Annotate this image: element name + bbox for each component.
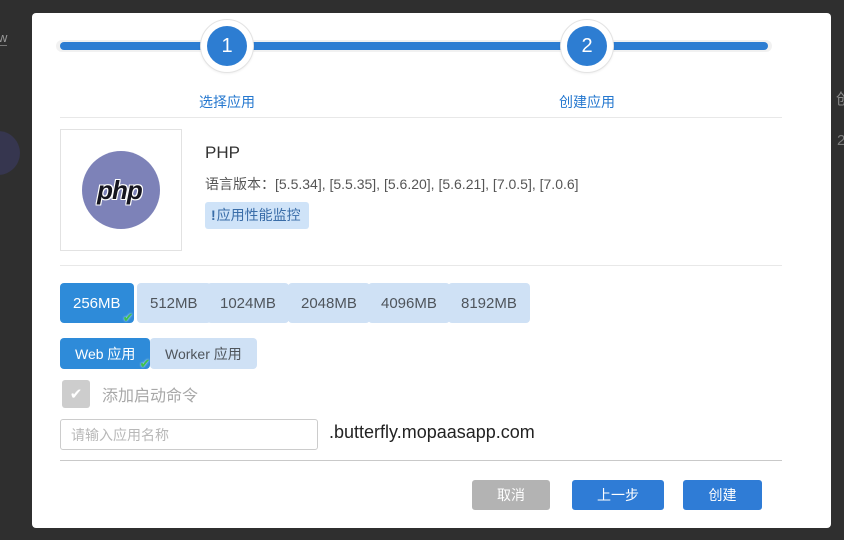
divider <box>60 460 782 461</box>
app-name-input[interactable] <box>60 419 318 450</box>
stepper-progress-bar <box>60 42 768 50</box>
step-1-indicator[interactable]: 1 <box>200 19 254 73</box>
background-fragment-text: 创 <box>836 91 844 108</box>
background-fragment-text: 2 <box>837 132 844 149</box>
app-versions: 语言版本：[5.5.34], [5.5.35], [5.6.20], [5.6.… <box>205 174 579 194</box>
memory-option-4096mb[interactable]: 4096MB <box>368 283 450 323</box>
memory-option-2048mb[interactable]: 2048MB <box>288 283 370 323</box>
startup-command-label: 添加启动命令 <box>102 388 199 405</box>
check-icon: ✔ <box>122 310 134 325</box>
memory-option-1024mb[interactable]: 1024MB <box>207 283 289 323</box>
versions-label: 语言版本： <box>205 176 275 192</box>
app-logo-box: php <box>60 129 182 251</box>
step-2-label: 创建应用 <box>559 94 615 110</box>
startup-command-checkbox[interactable]: ✔ <box>62 380 90 408</box>
create-app-dialog: 1 2 选择应用 创建应用 php PHP 语言版本：[5.5.34], [5.… <box>32 13 831 528</box>
step-2-indicator[interactable]: 2 <box>560 19 614 73</box>
versions-list: [5.5.34], [5.5.35], [5.6.20], [5.6.21], … <box>275 176 579 192</box>
background-fragment-text: w <box>0 30 8 46</box>
apm-badge-label: 应用性能监控 <box>216 207 301 223</box>
memory-option-512mb[interactable]: 512MB <box>137 283 211 323</box>
step-1-label: 选择应用 <box>199 94 255 110</box>
divider <box>60 117 782 118</box>
domain-suffix: .butterfly.mopaasapp.com <box>329 422 535 442</box>
modal-overlay: w 创 2 1 2 选择应用 创建应用 php PHP 语言版本：[5.5.34… <box>0 0 844 540</box>
apm-badge-icon: ! <box>211 207 216 223</box>
background-fragment-circle <box>0 131 20 175</box>
step-1-number: 1 <box>207 26 247 66</box>
check-icon: ✔ <box>139 356 151 371</box>
php-logo-icon: php <box>82 151 160 229</box>
apm-badge: !应用性能监控 <box>205 202 309 229</box>
startup-command-row: ✔ 添加启动命令 <box>62 380 198 408</box>
type-option-worker[interactable]: Worker 应用 <box>150 338 257 369</box>
memory-option-8192mb[interactable]: 8192MB <box>448 283 530 323</box>
previous-step-button[interactable]: 上一步 <box>572 480 664 510</box>
step-2-number: 2 <box>567 26 607 66</box>
cancel-button[interactable]: 取消 <box>472 480 550 510</box>
memory-option-256mb[interactable]: 256MB ✔ <box>60 283 134 325</box>
divider <box>60 265 782 266</box>
create-button[interactable]: 创建 <box>683 480 762 510</box>
type-option-web[interactable]: Web 应用 ✔ <box>60 338 151 371</box>
app-name-title: PHP <box>205 143 240 162</box>
checkbox-check-icon: ✔ <box>69 386 83 403</box>
